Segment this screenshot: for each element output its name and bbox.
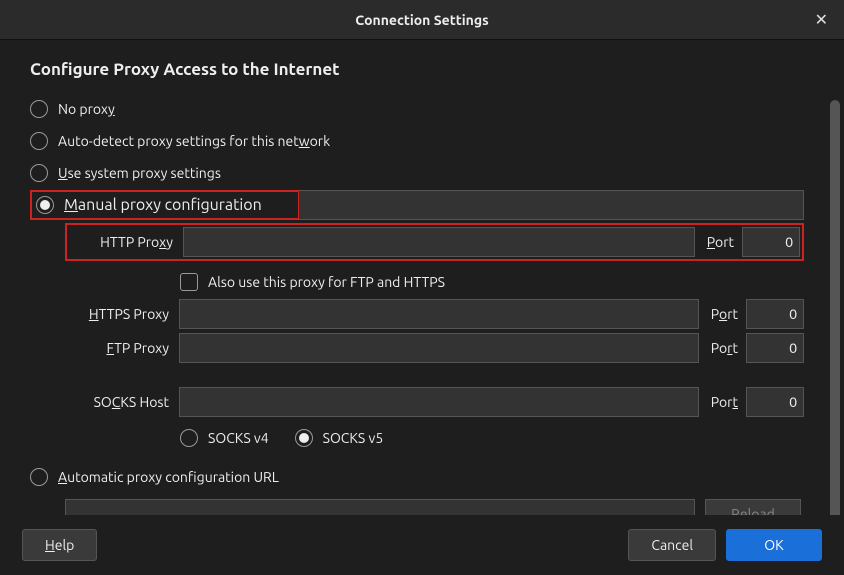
titlebar: Connection Settings ✕ [0,0,844,40]
radio-icon [30,100,48,118]
checkbox-icon [180,273,198,291]
dialog-footer: Help Cancel OK [0,515,844,575]
close-icon[interactable]: ✕ [815,10,828,29]
radio-socks-v4[interactable] [180,429,198,447]
socks-v5-label: SOCKS v5 [323,430,384,446]
ftp-proxy-row: FTP Proxy Port [65,333,804,363]
radio-icon [36,196,54,214]
http-port-label: Port [699,234,738,250]
ftp-port-input[interactable] [746,333,804,363]
socks-v4-label: SOCKS v4 [208,430,269,446]
radio-label: Use system proxy settings [58,165,221,181]
radio-label: Manual proxy configuration [64,196,262,214]
help-button[interactable]: Help [22,529,97,561]
radio-system-proxy[interactable]: Use system proxy settings [30,157,804,189]
http-proxy-label: HTTP Proxy [69,234,179,250]
radio-manual-proxy[interactable]: Manual proxy configuration [30,190,300,220]
radio-label: Auto-detect proxy settings for this netw… [58,133,330,149]
socks-host-label: SOCKS Host [65,394,175,410]
ok-button[interactable]: OK [726,529,822,561]
ftp-port-label: Port [703,340,742,356]
reload-button[interactable]: Reload [705,499,801,515]
socks-port-label: Port [703,394,742,410]
http-proxy-row: HTTP Proxy Port [65,223,804,261]
radio-label: No proxy [58,101,115,117]
radio-socks-v5[interactable] [295,429,313,447]
https-port-label: Port [703,306,742,322]
https-port-input[interactable] [746,299,804,329]
radio-icon [30,468,48,486]
content-area: Configure Proxy Access to the Internet N… [0,40,844,515]
also-use-checkbox-row[interactable]: Also use this proxy for FTP and HTTPS [180,265,804,299]
auto-config-url-input[interactable] [65,499,695,515]
radio-label: Automatic proxy configuration URL [58,469,279,485]
socks-port-input[interactable] [746,387,804,417]
radio-auto-detect[interactable]: Auto-detect proxy settings for this netw… [30,125,804,157]
page-title: Configure Proxy Access to the Internet [30,60,804,79]
socks-host-input[interactable] [179,387,699,417]
radio-icon [30,164,48,182]
radio-no-proxy[interactable]: No proxy [30,93,804,125]
radio-auto-config-url[interactable]: Automatic proxy configuration URL [30,461,804,493]
auto-config-url-row: Reload [65,499,804,515]
https-proxy-input[interactable] [179,299,699,329]
also-use-label: Also use this proxy for FTP and HTTPS [208,274,445,290]
socks-host-row: SOCKS Host Port [65,387,804,417]
https-proxy-label: HTTPS Proxy [65,306,175,322]
cancel-button[interactable]: Cancel [628,529,716,561]
socks-version-group: SOCKS v4 SOCKS v5 [180,421,804,455]
https-proxy-row: HTTPS Proxy Port [65,299,804,329]
http-proxy-input[interactable] [183,227,695,257]
ftp-proxy-input[interactable] [179,333,699,363]
window-title: Connection Settings [355,12,488,28]
focus-highlight-trail [299,190,804,220]
scrollbar-thumb[interactable] [830,100,840,515]
http-port-input[interactable] [742,227,800,257]
ftp-proxy-label: FTP Proxy [65,340,175,356]
radio-icon [30,132,48,150]
